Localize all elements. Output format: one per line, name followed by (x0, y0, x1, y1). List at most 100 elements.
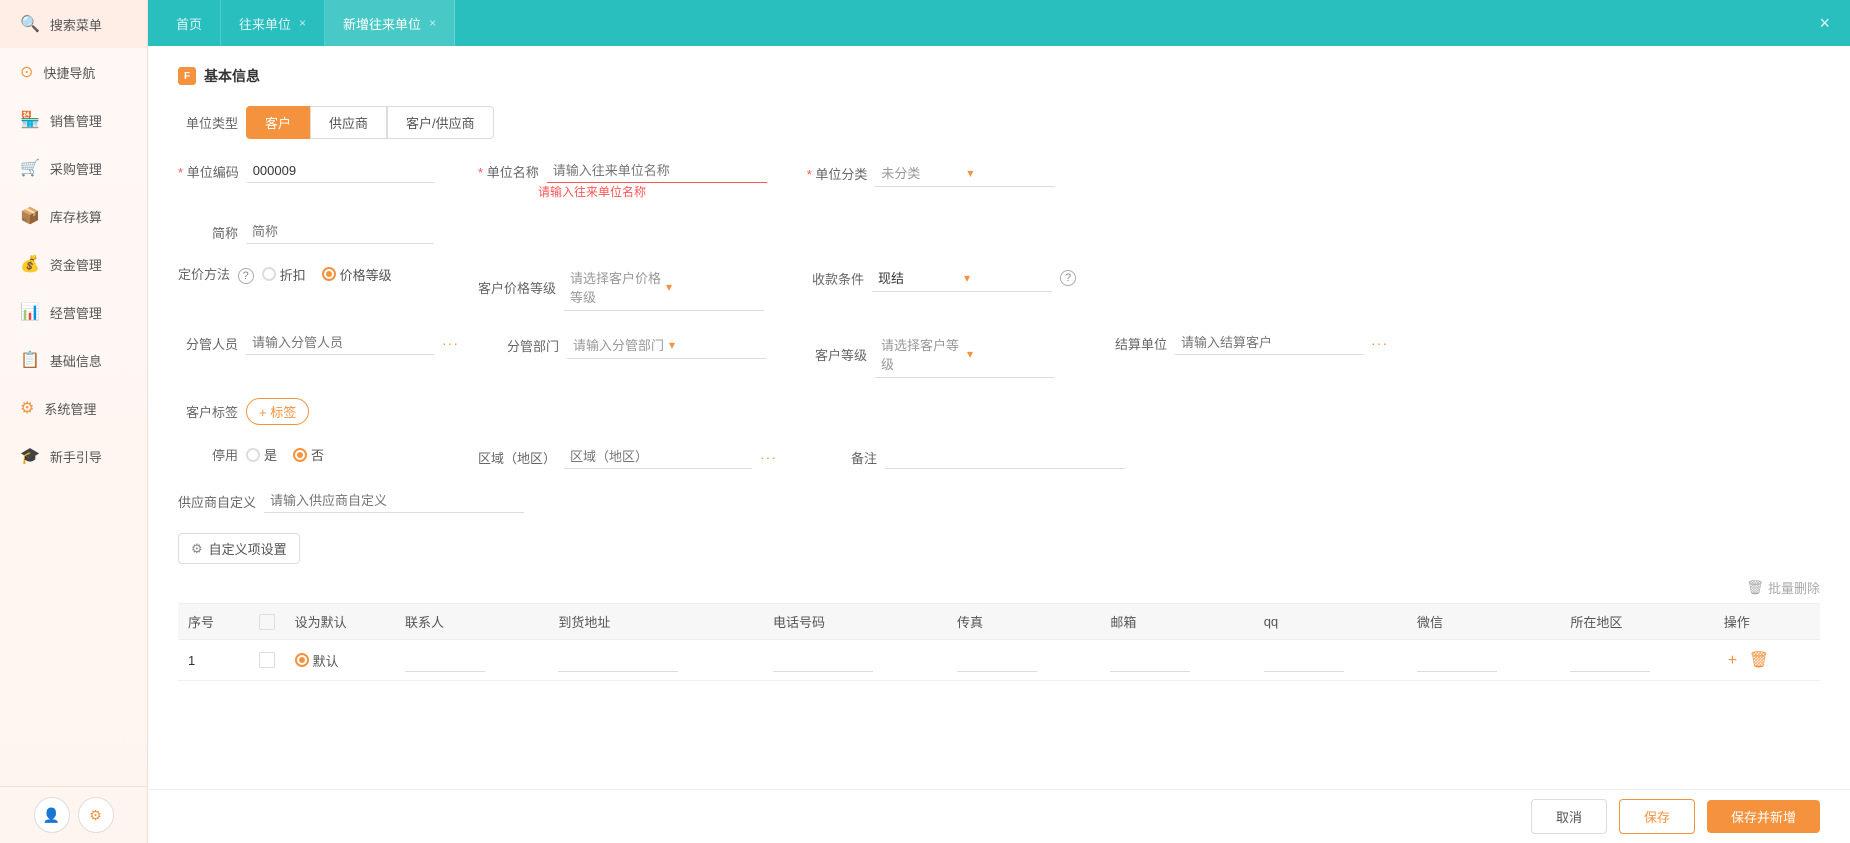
batch-delete-icon: 🗑 (1746, 579, 1764, 596)
sidebar-item-label: 库存核算 (50, 207, 102, 226)
manager-input[interactable] (246, 331, 434, 355)
supplier-custom-label: 供应商自定义 (178, 492, 256, 511)
tab-partners-label: 往来单位 (239, 14, 291, 33)
operations-icon: 📊 (20, 302, 40, 322)
settings-bottom-button[interactable]: ⚙ (78, 797, 114, 833)
form-footer: 取消 保存 保存并新增 (148, 789, 1850, 843)
settlement-more-button[interactable]: ··· (1371, 335, 1388, 351)
tab-partners[interactable]: 往来单位 × (221, 0, 325, 46)
home-icon: ⊙ (20, 62, 33, 82)
region-more-button[interactable]: ··· (760, 449, 777, 465)
payment-help-icon[interactable]: ? (1060, 270, 1076, 286)
payment-select[interactable]: 现结 ▾ (872, 264, 1052, 292)
batch-delete-label[interactable]: 批量删除 (1768, 578, 1820, 597)
disabled-radio-group: 是 否 (246, 445, 324, 464)
row-checkbox[interactable] (259, 652, 275, 668)
cell-contact (395, 640, 548, 681)
tab-home[interactable]: 首页 (158, 0, 221, 46)
sidebar-item-finance[interactable]: 💰 资金管理 (0, 240, 147, 288)
pricing-radio-discount[interactable]: 折扣 (262, 265, 306, 284)
add-tag-button[interactable]: + 标签 (246, 398, 309, 425)
settlement-input[interactable] (1175, 331, 1363, 355)
remark-input[interactable] (885, 445, 1125, 469)
pricing-radio-pricelevel[interactable]: 价格等级 (322, 265, 392, 284)
disabled-yes-label: 是 (264, 445, 277, 464)
settlement-label: 结算单位 (1107, 334, 1167, 353)
unit-type-supplier[interactable]: 供应商 (310, 106, 387, 139)
customer-price-chevron-icon: ▾ (666, 280, 758, 294)
save-button[interactable]: 保存 (1619, 799, 1695, 834)
fax-input[interactable] (957, 648, 1037, 672)
window-close-button[interactable]: × (1809, 13, 1840, 34)
email-input[interactable] (1110, 648, 1190, 672)
th-address: 到货地址 (548, 604, 763, 640)
disabled-yes[interactable]: 是 (246, 445, 277, 464)
table-header-row: 序号 设为默认 联系人 到货地址 电话号码 传真 邮箱 qq 微信 所在地区 操… (178, 604, 1820, 640)
tab-partners-close[interactable]: × (299, 16, 306, 30)
th-action: 操作 (1714, 604, 1820, 640)
qq-input[interactable] (1264, 648, 1344, 672)
wechat-input[interactable] (1417, 648, 1497, 672)
tab-new-partner[interactable]: 新增往来单位 × (325, 0, 455, 46)
customer-level-select[interactable]: 请选择客户等级 ▾ (875, 331, 1055, 378)
unit-category-label: * 单位分类 (807, 164, 868, 183)
cell-area (1560, 640, 1713, 681)
add-row-button[interactable]: + (1724, 652, 1741, 670)
payment-value: 现结 (878, 268, 960, 287)
sales-icon: 🏪 (20, 110, 40, 130)
tab-new-partner-close[interactable]: × (429, 16, 436, 30)
sidebar-item-quicknav[interactable]: ⊙ 快捷导航 (0, 48, 147, 96)
select-all-checkbox[interactable] (259, 614, 275, 630)
avatar-button[interactable]: 👤 (34, 797, 70, 833)
unit-category-select[interactable]: 未分类 ▾ (875, 159, 1055, 187)
discount-radio-circle (262, 267, 276, 281)
address-input[interactable] (558, 648, 678, 672)
cell-phone (763, 640, 947, 681)
unit-type-label: 单位类型 (178, 113, 238, 132)
unit-name-input[interactable] (547, 159, 767, 183)
sidebar-item-system[interactable]: ⚙ 系统管理 (0, 384, 147, 432)
section-title: 基本信息 (204, 66, 260, 86)
short-name-input[interactable] (246, 220, 434, 244)
sidebar-item-operations[interactable]: 📊 经营管理 (0, 288, 147, 336)
custom-setting-label: 自定义项设置 (209, 539, 287, 558)
pricing-help-icon[interactable]: ? (238, 268, 254, 284)
phone-input[interactable] (773, 648, 873, 672)
sidebar-item-purchase[interactable]: 🛒 采购管理 (0, 144, 147, 192)
delete-row-button[interactable]: 🗑 (1745, 650, 1773, 670)
custom-setting-button[interactable]: ⚙ 自定义项设置 (178, 533, 300, 564)
th-default: 设为默认 (285, 604, 395, 640)
unit-type-both[interactable]: 客户/供应商 (387, 106, 494, 139)
unit-type-group: 客户 供应商 客户/供应商 (246, 106, 494, 139)
short-name-label: 简称 (178, 223, 238, 242)
customer-price-select[interactable]: 请选择客户价格等级 ▾ (564, 264, 764, 311)
department-field: 分管部门 请输入分管部门 ▾ (499, 331, 767, 359)
region-input[interactable] (564, 445, 752, 469)
default-radio[interactable]: 默认 (295, 651, 385, 670)
unit-code-label: * 单位编码 (178, 162, 239, 181)
search-icon: 🔍 (20, 14, 40, 34)
short-name-row: 简称 (178, 220, 1820, 244)
default-radio-dot (299, 657, 305, 663)
customer-level-placeholder: 请选择客户等级 (881, 335, 963, 373)
basic-icon: 📋 (20, 350, 40, 370)
department-select[interactable]: 请输入分管部门 ▾ (567, 331, 767, 359)
cancel-button[interactable]: 取消 (1531, 799, 1607, 834)
customer-price-placeholder: 请选择客户价格等级 (570, 268, 662, 306)
disabled-no-dot (297, 452, 303, 458)
default-radio-label: 默认 (313, 651, 339, 670)
remark-field: 备注 (817, 445, 1125, 469)
sidebar-item-inventory[interactable]: 📦 库存核算 (0, 192, 147, 240)
unit-type-customer[interactable]: 客户 (246, 106, 310, 139)
unit-code-input[interactable] (247, 159, 435, 183)
supplier-custom-input[interactable] (264, 489, 524, 513)
area-input[interactable] (1570, 648, 1650, 672)
sidebar-item-sales[interactable]: 🏪 销售管理 (0, 96, 147, 144)
sidebar-item-newbie[interactable]: 🎓 新手引导 (0, 432, 147, 480)
disabled-no[interactable]: 否 (293, 445, 324, 464)
manager-more-button[interactable]: ··· (442, 335, 459, 351)
sidebar-item-basic[interactable]: 📋 基础信息 (0, 336, 147, 384)
sidebar-item-search[interactable]: 🔍 搜索菜单 (0, 0, 147, 48)
contact-input[interactable] (405, 648, 485, 672)
save-new-button[interactable]: 保存并新增 (1707, 800, 1820, 833)
